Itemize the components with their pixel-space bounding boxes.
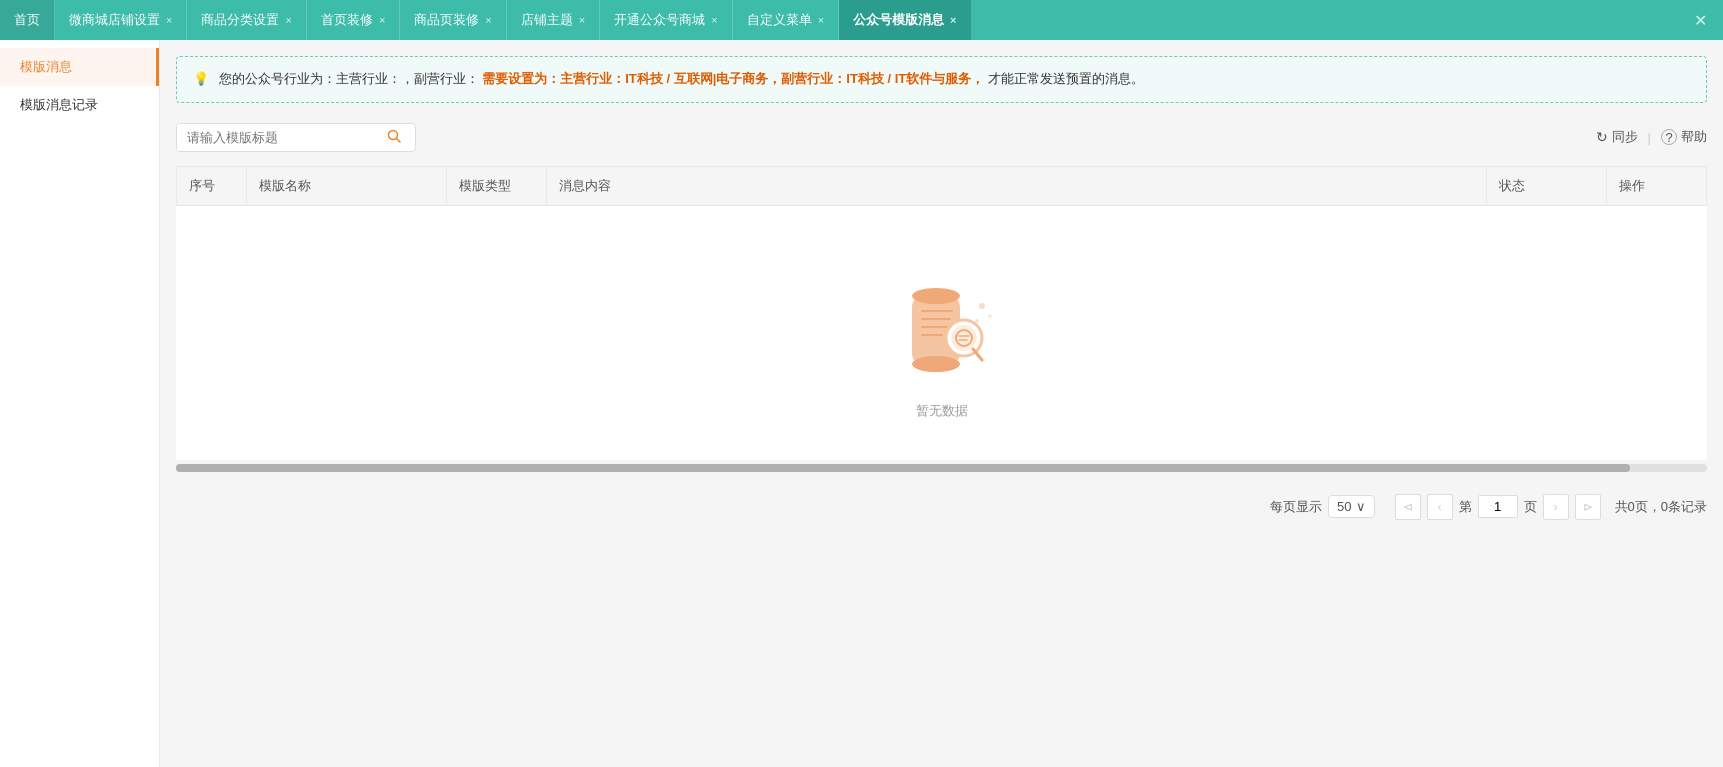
prev-page-button[interactable]: ‹ xyxy=(1427,494,1453,520)
page-label: 第 xyxy=(1459,498,1472,516)
notice-box: 💡 您的公众号行业为：主营行业：，副营行业： 需要设置为：主营行业：IT科技 /… xyxy=(176,56,1707,103)
search-bar: ↻ 同步 | ? 帮助 xyxy=(176,123,1707,152)
search-button[interactable] xyxy=(377,124,411,151)
nav-tab-category[interactable]: 商品分类设置 × xyxy=(187,0,306,40)
notice-highlight: 需要设置为：主营行业：IT科技 / 互联网|电子商务，副营行业：IT科技 / I… xyxy=(482,71,984,86)
col-header-name: 模版名称 xyxy=(247,166,447,205)
nav-tab-custom-menu[interactable]: 自定义菜单 × xyxy=(733,0,839,40)
search-input[interactable] xyxy=(177,124,377,151)
scrollbar-thumb[interactable] xyxy=(176,464,1630,472)
svg-point-17 xyxy=(988,314,992,318)
notice-text1: 您的公众号行业为：主营行业：，副营行业： xyxy=(219,71,479,86)
svg-point-11 xyxy=(951,325,977,351)
horizontal-scrollbar[interactable] xyxy=(176,464,1707,472)
close-tab-3[interactable]: × xyxy=(379,14,385,26)
nav-tab-product-decor[interactable]: 商品页装修 × xyxy=(400,0,506,40)
nav-tab-theme[interactable]: 店铺主题 × xyxy=(507,0,600,40)
empty-text: 暂无数据 xyxy=(916,402,968,420)
close-tab-6[interactable]: × xyxy=(711,14,717,26)
nav-tab-home-decor[interactable]: 首页装修 × xyxy=(307,0,400,40)
sidebar: 模版消息 模版消息记录 xyxy=(0,40,160,767)
svg-line-1 xyxy=(397,138,401,142)
pagination-bar: 每页显示 50 ∨ ⊲ ‹ 第 页 › ⊳ 共0页，0条记录 xyxy=(176,482,1707,532)
content-area: 💡 您的公众号行业为：主营行业：，副营行业： 需要设置为：主营行业：IT科技 /… xyxy=(160,40,1723,767)
table-scroll-area: 序号 模版名称 模版类型 消息内容 状态 操作 xyxy=(176,166,1707,460)
first-page-button[interactable]: ⊲ xyxy=(1395,494,1421,520)
sidebar-item-template-msg-record[interactable]: 模版消息记录 xyxy=(0,86,159,124)
sidebar-item-template-msg[interactable]: 模版消息 xyxy=(0,48,159,86)
close-tab-1[interactable]: × xyxy=(166,14,172,26)
close-tab-8[interactable]: × xyxy=(950,14,956,26)
svg-point-18 xyxy=(975,319,979,323)
sync-icon: ↻ xyxy=(1596,129,1608,145)
main-layout: 模版消息 模版消息记录 💡 您的公众号行业为：主营行业：，副营行业： 需要设置为… xyxy=(0,40,1723,767)
next-page-button[interactable]: › xyxy=(1543,494,1569,520)
page-size-label: 每页显示 xyxy=(1270,498,1322,516)
svg-point-4 xyxy=(912,288,960,304)
page-size-select: 每页显示 50 ∨ xyxy=(1270,495,1374,518)
page-size-value: 50 xyxy=(1337,499,1351,514)
page-size-dropdown[interactable]: 50 ∨ xyxy=(1328,495,1374,518)
sync-button[interactable]: ↻ 同步 xyxy=(1596,128,1638,146)
close-tab-7[interactable]: × xyxy=(818,14,824,26)
help-button[interactable]: ? 帮助 xyxy=(1661,128,1707,146)
last-page-button[interactable]: ⊳ xyxy=(1575,494,1601,520)
top-nav: 首页 微商城店铺设置 × 商品分类设置 × 首页装修 × 商品页装修 × 店铺主… xyxy=(0,0,1723,40)
nav-tab-store-settings[interactable]: 微商城店铺设置 × xyxy=(55,0,187,40)
svg-point-16 xyxy=(979,303,985,309)
nav-tab-template-msg[interactable]: 公众号模版消息 × xyxy=(839,0,971,40)
notice-text2: 才能正常发送预置的消息。 xyxy=(988,71,1144,86)
notice-icon: 💡 xyxy=(193,71,209,86)
search-input-wrap[interactable] xyxy=(176,123,416,152)
nav-tab-home[interactable]: 首页 xyxy=(0,0,55,40)
col-header-type: 模版类型 xyxy=(447,166,547,205)
empty-illustration xyxy=(882,266,1002,386)
chevron-down-icon: ∨ xyxy=(1356,499,1366,514)
toolbar-right: ↻ 同步 | ? 帮助 xyxy=(1596,128,1707,146)
close-tab-5[interactable]: × xyxy=(579,14,585,26)
help-icon: ? xyxy=(1661,129,1677,145)
close-tab-4[interactable]: × xyxy=(485,14,491,26)
page-unit-label: 页 xyxy=(1524,498,1537,516)
close-tab-2[interactable]: × xyxy=(285,14,291,26)
close-all-tabs[interactable]: ✕ xyxy=(1678,11,1723,30)
col-header-content: 消息内容 xyxy=(547,166,1487,205)
col-header-status: 状态 xyxy=(1487,166,1607,205)
empty-state: 暂无数据 xyxy=(177,206,1707,460)
current-page-input[interactable] xyxy=(1478,495,1518,518)
svg-point-5 xyxy=(912,356,960,372)
total-info: 共0页，0条记录 xyxy=(1615,498,1707,516)
nav-tab-wechat-mall[interactable]: 开通公众号商城 × xyxy=(600,0,732,40)
col-header-index: 序号 xyxy=(177,166,247,205)
data-table: 序号 模版名称 模版类型 消息内容 状态 操作 xyxy=(176,166,1707,460)
divider: | xyxy=(1648,130,1651,145)
col-header-actions: 操作 xyxy=(1607,166,1707,205)
